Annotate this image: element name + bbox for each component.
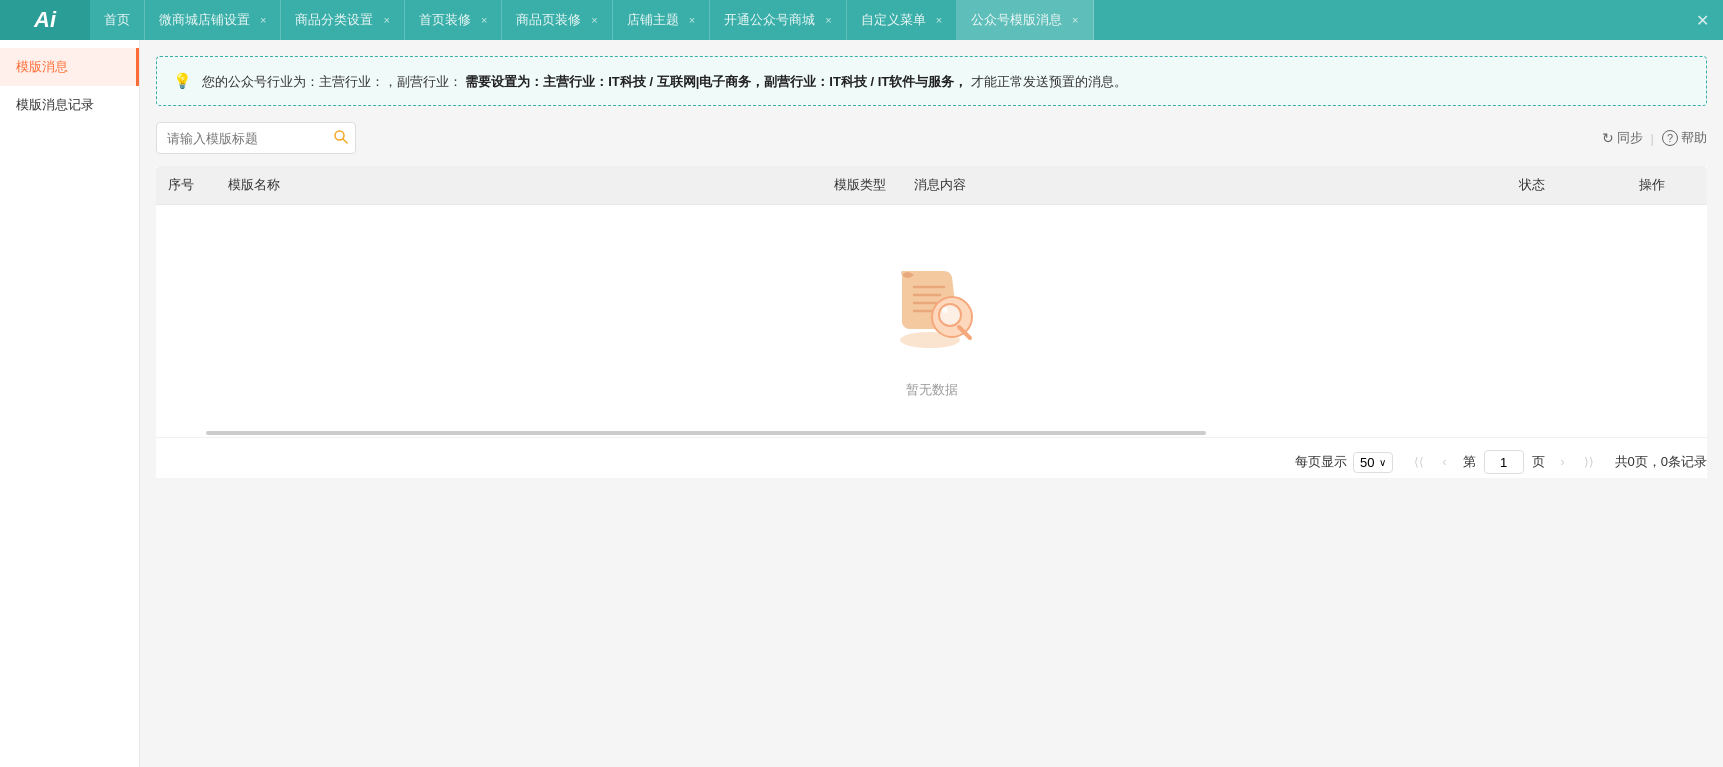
- page-input[interactable]: [1484, 450, 1524, 474]
- logo: Ai: [0, 0, 90, 40]
- help-label: 帮助: [1681, 129, 1707, 147]
- table-wrapper: 序号模版名称模版类型消息内容状态操作: [156, 166, 1707, 478]
- sidebar-item-0[interactable]: 模版消息: [0, 48, 139, 86]
- nav-tabs: 首页微商城店铺设置×商品分类设置×首页装修×商品页装修×店铺主题×开通公众号商城…: [90, 0, 1682, 40]
- nav-tab-label-7: 自定义菜单: [861, 11, 926, 29]
- svg-point-10: [942, 307, 948, 313]
- empty-illustration: [872, 245, 992, 365]
- nav-tab-label-3: 首页装修: [419, 11, 471, 29]
- nav-tab-label-2: 商品分类设置: [295, 11, 373, 29]
- empty-state: 暂无数据: [156, 205, 1707, 429]
- nav-tab-label-0: 首页: [104, 11, 130, 29]
- nav-tab-6[interactable]: 开通公众号商城 ×: [710, 0, 846, 40]
- nav-tab-label-5: 店铺主题: [627, 11, 679, 29]
- page-navigation: ⟨⟨ ‹ 第 页 › ⟩⟩: [1407, 450, 1601, 474]
- data-table: 序号模版名称模版类型消息内容状态操作: [156, 166, 1707, 429]
- page-current-wrap: 第 页: [1459, 450, 1549, 474]
- nav-tab-close-8[interactable]: ×: [1072, 14, 1078, 26]
- nav-tab-label-6: 开通公众号商城: [724, 11, 815, 29]
- nav-tab-close-1[interactable]: ×: [260, 14, 266, 26]
- next-page-button[interactable]: ›: [1551, 450, 1575, 474]
- nav-tab-close-5[interactable]: ×: [689, 14, 695, 26]
- page-label-post: 页: [1532, 453, 1545, 471]
- svg-point-8: [939, 304, 961, 326]
- pipe-divider: |: [1651, 131, 1654, 146]
- notice-highlight: 需要设置为：主营行业：IT科技 / 互联网|电子商务，副营行业：IT科技 / I…: [465, 74, 967, 89]
- sync-icon: ↻: [1602, 130, 1614, 146]
- table-header-action: 操作: [1627, 166, 1707, 205]
- table-header-content: 消息内容: [902, 166, 1508, 205]
- sync-button[interactable]: ↻ 同步: [1602, 129, 1643, 147]
- search-bar: ↻ 同步 | ? 帮助: [156, 122, 1707, 154]
- empty-row: 暂无数据: [156, 205, 1707, 430]
- page-size-select[interactable]: 50 ∨: [1353, 452, 1392, 473]
- top-nav: Ai 首页微商城店铺设置×商品分类设置×首页装修×商品页装修×店铺主题×开通公众…: [0, 0, 1723, 40]
- nav-tab-close-2[interactable]: ×: [383, 14, 389, 26]
- notice-box: 💡 您的公众号行业为：主营行业：，副营行业： 需要设置为：主营行业：IT科技 /…: [156, 56, 1707, 106]
- table-header-type: 模版类型: [822, 166, 902, 205]
- nav-tab-label-8: 公众号模版消息: [971, 11, 1062, 29]
- nav-tab-close-4[interactable]: ×: [591, 14, 597, 26]
- first-page-button[interactable]: ⟨⟨: [1407, 450, 1431, 474]
- help-button[interactable]: ? 帮助: [1662, 129, 1707, 147]
- nav-tab-label-1: 微商城店铺设置: [159, 11, 250, 29]
- nav-tab-3[interactable]: 首页装修 ×: [405, 0, 502, 40]
- nav-tab-0[interactable]: 首页: [90, 0, 145, 40]
- nav-tab-8[interactable]: 公众号模版消息 ×: [957, 0, 1093, 40]
- search-input-wrap: [156, 122, 356, 154]
- page-size-label: 每页显示: [1295, 453, 1347, 471]
- search-button[interactable]: [333, 129, 348, 147]
- empty-text: 暂无数据: [906, 381, 958, 399]
- last-page-button[interactable]: ⟩⟩: [1577, 450, 1601, 474]
- search-input[interactable]: [156, 122, 356, 154]
- content-area: 💡 您的公众号行业为：主营行业：，副营行业： 需要设置为：主营行业：IT科技 /…: [140, 40, 1723, 767]
- sidebar: 模版消息模版消息记录: [0, 40, 140, 767]
- notice-prefix: 您的公众号行业为：主营行业：，副营行业：: [202, 74, 462, 89]
- nav-tab-7[interactable]: 自定义菜单 ×: [847, 0, 957, 40]
- table-header-status: 状态: [1507, 166, 1627, 205]
- prev-page-button[interactable]: ‹: [1433, 450, 1457, 474]
- main-layout: 模版消息模版消息记录 💡 您的公众号行业为：主营行业：，副营行业： 需要设置为：…: [0, 40, 1723, 767]
- nav-tab-label-4: 商品页装修: [516, 11, 581, 29]
- table-header-index: 序号: [156, 166, 216, 205]
- scrollbar-thumb[interactable]: [206, 431, 1206, 435]
- table-header-name: 模版名称: [216, 166, 822, 205]
- notice-suffix: 才能正常发送预置的消息。: [971, 74, 1127, 89]
- page-label-pre: 第: [1463, 453, 1476, 471]
- sync-label: 同步: [1617, 129, 1643, 147]
- page-total: 共0页，0条记录: [1615, 453, 1707, 471]
- svg-line-1: [343, 139, 347, 143]
- nav-tab-1[interactable]: 微商城店铺设置 ×: [145, 0, 281, 40]
- notice-icon: 💡: [173, 72, 192, 89]
- page-size-chevron: ∨: [1379, 457, 1386, 468]
- close-all-button[interactable]: ✕: [1682, 0, 1723, 40]
- table-body: 暂无数据: [156, 205, 1707, 430]
- nav-tab-4[interactable]: 商品页装修 ×: [502, 0, 612, 40]
- nav-tab-close-7[interactable]: ×: [936, 14, 942, 26]
- help-icon: ?: [1662, 130, 1678, 146]
- nav-tab-close-3[interactable]: ×: [481, 14, 487, 26]
- pagination: 每页显示 50 ∨ ⟨⟨ ‹ 第 页 › ⟩⟩ 共0页，0条记录: [156, 437, 1707, 478]
- horizontal-scrollbar[interactable]: [156, 429, 1707, 437]
- page-size-value: 50: [1360, 455, 1374, 470]
- nav-tab-5[interactable]: 店铺主题 ×: [613, 0, 710, 40]
- nav-tab-2[interactable]: 商品分类设置 ×: [281, 0, 404, 40]
- table-header-row: 序号模版名称模版类型消息内容状态操作: [156, 166, 1707, 205]
- sync-help: ↻ 同步 | ? 帮助: [1602, 129, 1707, 147]
- sidebar-item-1[interactable]: 模版消息记录: [0, 86, 139, 124]
- nav-tab-close-6[interactable]: ×: [825, 14, 831, 26]
